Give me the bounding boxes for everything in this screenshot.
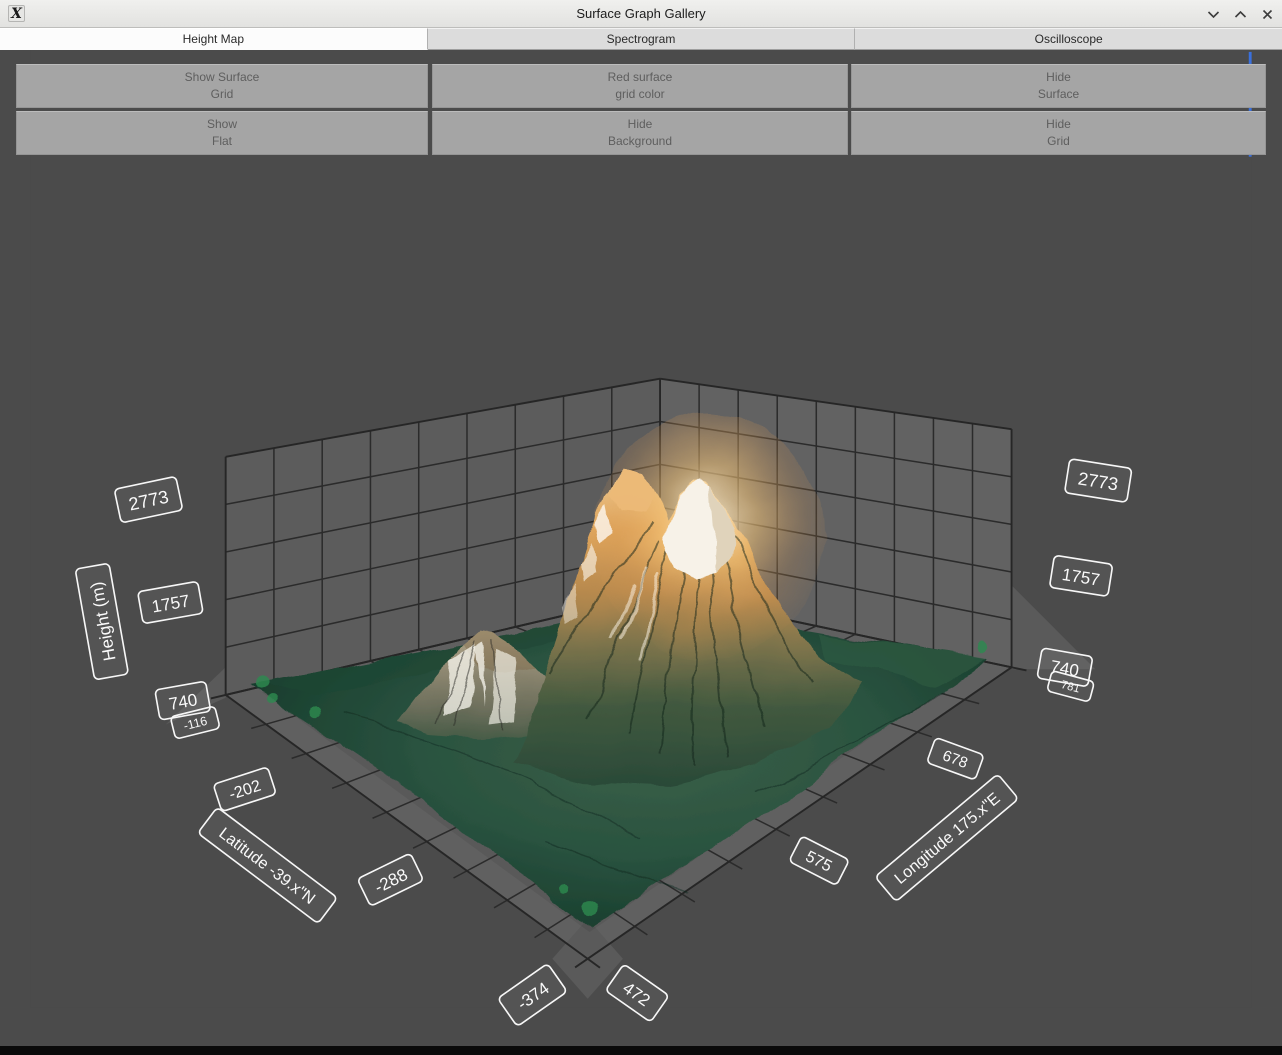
tab-spectrogram[interactable]: Spectrogram <box>428 28 856 50</box>
button-label-line2: Grid <box>23 86 421 103</box>
button-label-line2: Grid <box>858 133 1259 150</box>
titlebar[interactable]: X Surface Graph Gallery <box>0 0 1282 28</box>
button-label-line1: Hide <box>439 116 841 133</box>
screen-bottom-strip <box>0 1046 1282 1055</box>
chevron-up-icon <box>1234 10 1247 19</box>
close-button[interactable] <box>1258 5 1276 23</box>
window-title: Surface Graph Gallery <box>0 0 1282 28</box>
surface-grid-color-button[interactable]: Red surface grid color <box>432 64 848 108</box>
button-label-line1: Hide <box>858 69 1259 86</box>
show-surface-grid-button[interactable]: Show Surface Grid <box>16 64 428 108</box>
hide-surface-button[interactable]: Hide Surface <box>851 64 1266 108</box>
window-controls <box>1204 0 1276 28</box>
button-label-line2: Background <box>439 133 841 150</box>
chevron-down-icon <box>1207 10 1220 19</box>
hide-background-button[interactable]: Hide Background <box>432 111 848 155</box>
close-icon <box>1262 9 1273 20</box>
tab-oscilloscope[interactable]: Oscilloscope <box>855 28 1282 50</box>
hide-grid-button[interactable]: Hide Grid <box>851 111 1266 155</box>
button-label-line2: grid color <box>439 86 841 103</box>
button-label-line1: Red surface <box>439 69 841 86</box>
tab-height-map[interactable]: Height Map <box>0 28 428 50</box>
button-label-line1: Hide <box>858 116 1259 133</box>
shade-button[interactable] <box>1204 5 1222 23</box>
show-flat-button[interactable]: Show Flat <box>16 111 428 155</box>
button-label-line1: Show <box>23 116 421 133</box>
app-window: X Surface Graph Gallery Height Map Spec <box>0 0 1282 1055</box>
tab-bar: Height Map Spectrogram Oscilloscope <box>0 28 1282 50</box>
surface-plot-viewport[interactable]: Height (m)27731757740-11627731757740781-… <box>0 50 1282 1055</box>
button-label-line2: Surface <box>858 86 1259 103</box>
maximize-button[interactable] <box>1231 5 1249 23</box>
button-label-line2: Flat <box>23 133 421 150</box>
content-area: Height (m)27731757740-11627731757740781-… <box>0 50 1282 1055</box>
button-label-line1: Show Surface <box>23 69 421 86</box>
